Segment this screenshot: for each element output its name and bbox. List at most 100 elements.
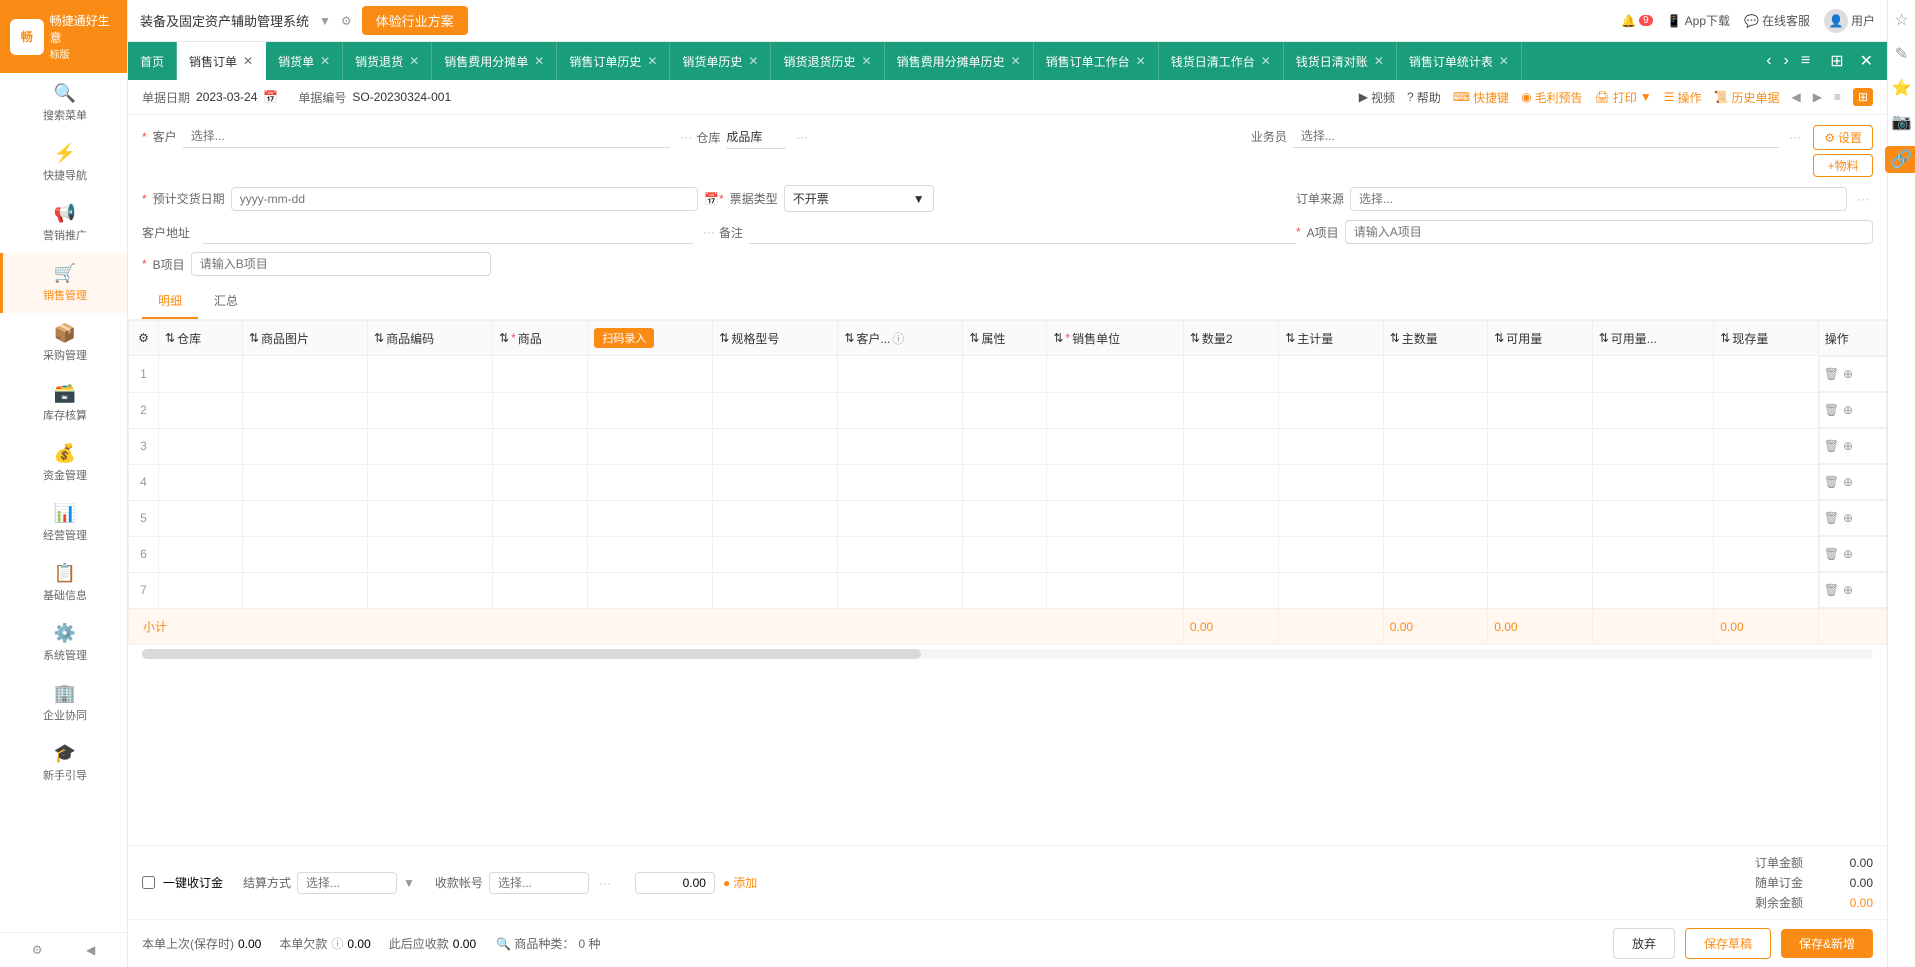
- row5-copy-icon[interactable]: ⊕: [1843, 511, 1853, 525]
- row3-customer-code[interactable]: [838, 428, 963, 464]
- date-picker-icon[interactable]: 📅: [263, 90, 278, 104]
- search-product-icon[interactable]: 🔍: [496, 937, 511, 951]
- row3-unit[interactable]: [1047, 428, 1183, 464]
- row1-attribute[interactable]: [963, 356, 1047, 393]
- row7-main-unit[interactable]: [1279, 572, 1384, 609]
- navtab-more-icon[interactable]: ≡: [1795, 52, 1816, 70]
- topbar-dropdown-icon[interactable]: ▼: [319, 14, 331, 28]
- navtab-daily-workbench[interactable]: 钱货日清工作台 ✕: [1159, 42, 1284, 80]
- grid-view-icon[interactable]: ⊞: [1853, 88, 1873, 106]
- row6-image[interactable]: [242, 536, 367, 572]
- delivery-input[interactable]: [231, 187, 698, 211]
- scan-button[interactable]: 扫码录入: [594, 328, 654, 348]
- row4-code[interactable]: [368, 464, 493, 500]
- row6-delete-icon[interactable]: 🗑: [1824, 547, 1839, 561]
- row4-stock[interactable]: [1714, 464, 1819, 500]
- row5-qty2[interactable]: [1183, 500, 1278, 536]
- right-panel-icon-2[interactable]: ✎: [1895, 44, 1908, 64]
- row7-delete-icon[interactable]: 🗑: [1824, 583, 1839, 597]
- row4-image[interactable]: [242, 464, 367, 500]
- navtab-order-workbench[interactable]: 销售订单工作台 ✕: [1034, 42, 1159, 80]
- row5-main-unit[interactable]: [1279, 500, 1384, 536]
- row1-main-unit[interactable]: [1279, 356, 1384, 393]
- aproject-input[interactable]: [1345, 220, 1873, 244]
- list-view-icon[interactable]: ≡: [1834, 90, 1841, 104]
- row7-available[interactable]: [1488, 572, 1593, 609]
- row6-code[interactable]: [368, 536, 493, 572]
- row5-image[interactable]: [242, 500, 367, 536]
- row4-unit[interactable]: [1047, 464, 1183, 500]
- row4-warehouse[interactable]: [159, 464, 243, 500]
- row5-delete-icon[interactable]: 🗑: [1824, 511, 1839, 525]
- row1-delete-icon[interactable]: 🗑: [1824, 367, 1839, 381]
- sidebar-item-marketing[interactable]: 📢 营销推广: [0, 193, 127, 253]
- navtab-sales-order[interactable]: 销售订单 ✕: [177, 42, 266, 80]
- nav-prev-icon[interactable]: ◀: [1791, 90, 1800, 104]
- row4-available[interactable]: [1488, 464, 1593, 500]
- row7-customer-code[interactable]: [838, 572, 963, 609]
- sidebar-item-purchase[interactable]: 📦 采购管理: [0, 313, 127, 373]
- print-action[interactable]: 🖨打印▼: [1595, 89, 1652, 106]
- navtab-order-stats[interactable]: 销售订单统计表 ✕: [1397, 42, 1522, 80]
- account-input[interactable]: [489, 872, 589, 894]
- row3-code[interactable]: [368, 428, 493, 464]
- navtab-return-history[interactable]: 销货退货历史 ✕: [771, 42, 884, 80]
- row2-image[interactable]: [242, 392, 367, 428]
- video-action[interactable]: ▶视频: [1359, 89, 1395, 106]
- row6-available[interactable]: [1488, 536, 1593, 572]
- row5-code[interactable]: [368, 500, 493, 536]
- nav-next-icon[interactable]: ▶: [1813, 90, 1822, 104]
- row1-model[interactable]: [713, 356, 838, 393]
- row7-available2[interactable]: [1592, 572, 1714, 609]
- navtab-expense-history[interactable]: 销售费用分摊单历史 ✕: [885, 42, 1034, 80]
- row5-warehouse[interactable]: [159, 500, 243, 536]
- order-source-input[interactable]: [1350, 187, 1847, 211]
- row4-model[interactable]: [713, 464, 838, 500]
- save-draft-button[interactable]: 保存草稿: [1685, 928, 1771, 959]
- discard-button[interactable]: 放弃: [1613, 928, 1675, 959]
- row4-customer-code[interactable]: [838, 464, 963, 500]
- row1-image[interactable]: [242, 356, 367, 393]
- row7-qty2[interactable]: [1183, 572, 1278, 609]
- row1-main-qty[interactable]: [1383, 356, 1488, 393]
- row3-copy-icon[interactable]: ⊕: [1843, 439, 1853, 453]
- row7-stock[interactable]: [1714, 572, 1819, 609]
- row3-model[interactable]: [713, 428, 838, 464]
- row5-available[interactable]: [1488, 500, 1593, 536]
- row7-product[interactable]: [493, 572, 588, 609]
- navtab-invoice-history[interactable]: 销货单历史 ✕: [670, 42, 771, 80]
- settings-button[interactable]: ⚙设置: [1813, 125, 1873, 150]
- history-action[interactable]: 📜历史单据: [1713, 89, 1779, 106]
- right-panel-icon-3[interactable]: ⭐: [1892, 78, 1912, 98]
- row3-warehouse[interactable]: [159, 428, 243, 464]
- row4-available2[interactable]: [1592, 464, 1714, 500]
- row3-attribute[interactable]: [963, 428, 1047, 464]
- row6-available2[interactable]: [1592, 536, 1714, 572]
- sidebar-item-sales[interactable]: 🛒 销售管理: [0, 253, 127, 313]
- row6-qty2[interactable]: [1183, 536, 1278, 572]
- row5-available2[interactable]: [1592, 500, 1714, 536]
- save-new-button[interactable]: 保存&新增: [1781, 929, 1873, 958]
- row4-delete-icon[interactable]: 🗑: [1824, 475, 1839, 489]
- navtab-sales-return-close[interactable]: ✕: [409, 54, 419, 68]
- row2-main-qty[interactable]: [1383, 392, 1488, 428]
- row2-available2[interactable]: [1592, 392, 1714, 428]
- customer-more-btn[interactable]: ···: [676, 128, 696, 146]
- add-material-button[interactable]: +物料: [1813, 154, 1873, 177]
- navtab-home[interactable]: 首页: [128, 42, 177, 80]
- ops-action[interactable]: ☰操作: [1664, 89, 1702, 106]
- row3-image[interactable]: [242, 428, 367, 464]
- navtab-sales-return[interactable]: 销货退货 ✕: [343, 42, 432, 80]
- row7-code[interactable]: [368, 572, 493, 609]
- solution-button[interactable]: 体验行业方案: [362, 6, 468, 35]
- row6-unit[interactable]: [1047, 536, 1183, 572]
- delivery-calendar-icon[interactable]: 📅: [704, 192, 719, 206]
- account-more-btn[interactable]: ···: [595, 874, 615, 892]
- row1-available2[interactable]: [1592, 356, 1714, 393]
- row3-main-qty[interactable]: [1383, 428, 1488, 464]
- date-value[interactable]: 2023-03-24: [196, 90, 257, 104]
- navtab-prev-icon[interactable]: ‹: [1760, 52, 1777, 70]
- row6-model[interactable]: [713, 536, 838, 572]
- note-input[interactable]: [749, 221, 1296, 244]
- row5-product[interactable]: [493, 500, 588, 536]
